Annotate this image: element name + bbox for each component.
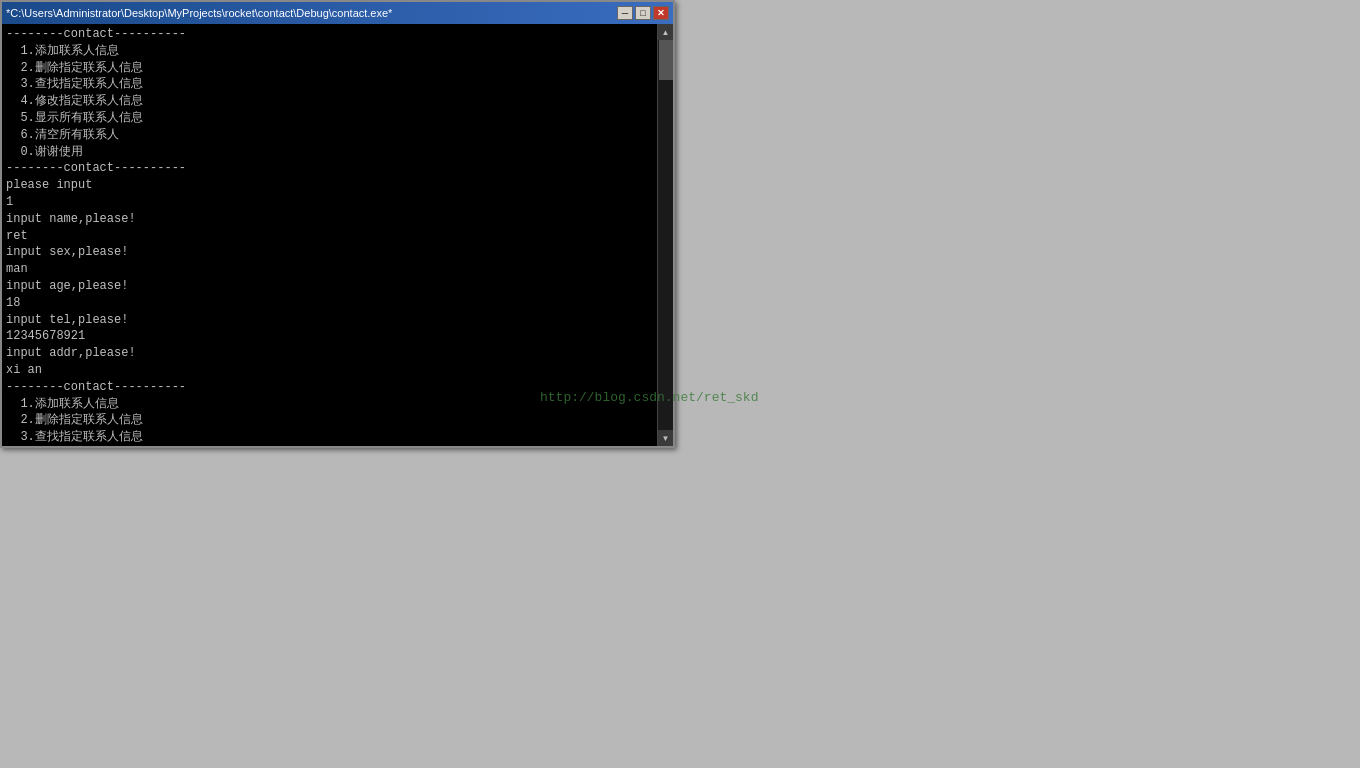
window-title: *C:\Users\Administrator\Desktop\MyProjec… — [6, 7, 392, 19]
title-bar: *C:\Users\Administrator\Desktop\MyProjec… — [2, 2, 673, 24]
scroll-thumb[interactable] — [659, 40, 673, 80]
scroll-track[interactable] — [658, 40, 673, 430]
console-area: --------contact---------- 1.添加联系人信息 2.删除… — [2, 24, 673, 446]
window-controls: ─ □ ✕ — [617, 6, 669, 20]
scrollbar[interactable]: ▲ ▼ — [657, 24, 673, 446]
maximize-button[interactable]: □ — [635, 6, 651, 20]
console-window: *C:\Users\Administrator\Desktop\MyProjec… — [0, 0, 675, 448]
close-button[interactable]: ✕ — [653, 6, 669, 20]
scroll-up-arrow[interactable]: ▲ — [658, 24, 674, 40]
scroll-down-arrow[interactable]: ▼ — [658, 430, 674, 446]
minimize-button[interactable]: ─ — [617, 6, 633, 20]
console-output[interactable]: --------contact---------- 1.添加联系人信息 2.删除… — [2, 24, 657, 446]
